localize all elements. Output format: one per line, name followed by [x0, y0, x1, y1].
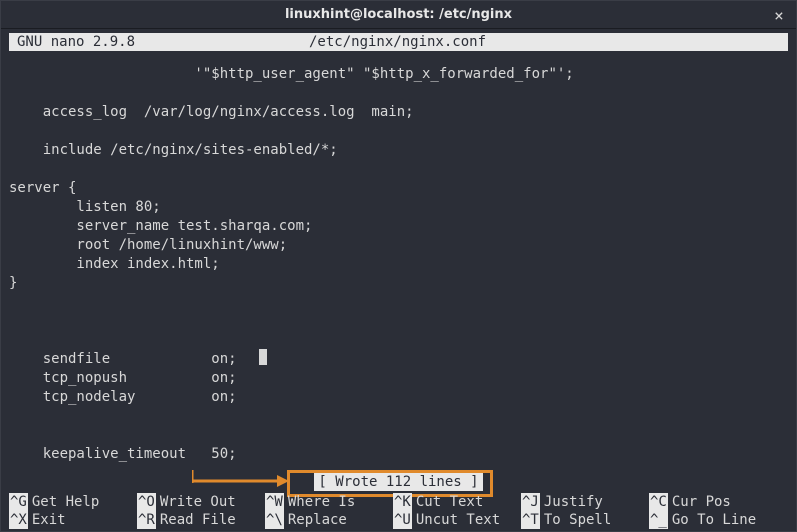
shortcut-get-help[interactable]: ^G Get Help: [9, 493, 137, 511]
shortcut-label: Cut Text: [416, 493, 483, 511]
shortcut-justify[interactable]: ^J Justify: [521, 493, 649, 511]
nano-header: GNU nano 2.9.8 /etc/nginx/nginx.conf: [9, 33, 788, 51]
shortcut-key: ^W: [265, 493, 284, 511]
shortcuts-bar: ^G Get Help ^O Write Out ^W Where Is ^K …: [9, 493, 788, 529]
shortcut-exit[interactable]: ^X Exit: [9, 511, 137, 529]
shortcut-where-is[interactable]: ^W Where Is: [265, 493, 393, 511]
shortcut-key: ^C: [649, 493, 668, 511]
shortcut-label: To Spell: [544, 511, 611, 529]
shortcut-key: ^T: [521, 511, 540, 529]
editor-content: '"$http_user_agent" "$http_x_forwarded_f…: [9, 66, 574, 462]
shortcut-key: ^G: [9, 493, 28, 511]
shortcut-row-2: ^X Exit ^R Read File ^\ Replace ^U Uncut…: [9, 511, 788, 529]
shortcut-key: ^X: [9, 511, 28, 529]
status-line: [ Wrote 112 lines ]: [1, 473, 796, 491]
editor-area[interactable]: '"$http_user_agent" "$http_x_forwarded_f…: [1, 51, 796, 464]
shortcut-label: Cur Pos: [672, 493, 731, 511]
shortcut-label: Replace: [288, 511, 347, 529]
shortcut-key: ^R: [137, 511, 156, 529]
shortcut-cut-text[interactable]: ^K Cut Text: [393, 493, 521, 511]
shortcut-label: Exit: [32, 511, 66, 529]
text-cursor: [259, 349, 267, 365]
window-title: linuxhint@localhost: /etc/nginx: [285, 7, 512, 22]
close-icon[interactable]: ×: [770, 6, 788, 24]
shortcut-to-spell[interactable]: ^T To Spell: [521, 511, 649, 529]
shortcut-cur-pos[interactable]: ^C Cur Pos: [649, 493, 777, 511]
shortcut-row-1: ^G Get Help ^O Write Out ^W Where Is ^K …: [9, 493, 788, 511]
shortcut-replace[interactable]: ^\ Replace: [265, 511, 393, 529]
shortcut-label: Read File: [160, 511, 236, 529]
window-titlebar: linuxhint@localhost: /etc/nginx ×: [1, 1, 796, 29]
status-badge: [ Wrote 112 lines ]: [314, 473, 482, 491]
shortcut-label: Uncut Text: [416, 511, 500, 529]
shortcut-write-out[interactable]: ^O Write Out: [137, 493, 265, 511]
shortcut-key: ^O: [137, 493, 156, 511]
shortcut-go-to-line[interactable]: ^_ Go To Line: [649, 511, 777, 529]
nano-filename: /etc/nginx/nginx.conf: [135, 34, 660, 50]
shortcut-key: ^J: [521, 493, 540, 511]
shortcut-label: Justify: [544, 493, 603, 511]
shortcut-label: Get Help: [32, 493, 99, 511]
shortcut-key: ^_: [649, 511, 668, 529]
shortcut-label: Go To Line: [672, 511, 756, 529]
shortcut-label: Where Is: [288, 493, 355, 511]
shortcut-uncut-text[interactable]: ^U Uncut Text: [393, 511, 521, 529]
shortcut-read-file[interactable]: ^R Read File: [137, 511, 265, 529]
nano-version: GNU nano 2.9.8: [17, 34, 135, 50]
shortcut-label: Write Out: [160, 493, 236, 511]
shortcut-key: ^U: [393, 511, 412, 529]
shortcut-key: ^\: [265, 511, 284, 529]
shortcut-key: ^K: [393, 493, 412, 511]
